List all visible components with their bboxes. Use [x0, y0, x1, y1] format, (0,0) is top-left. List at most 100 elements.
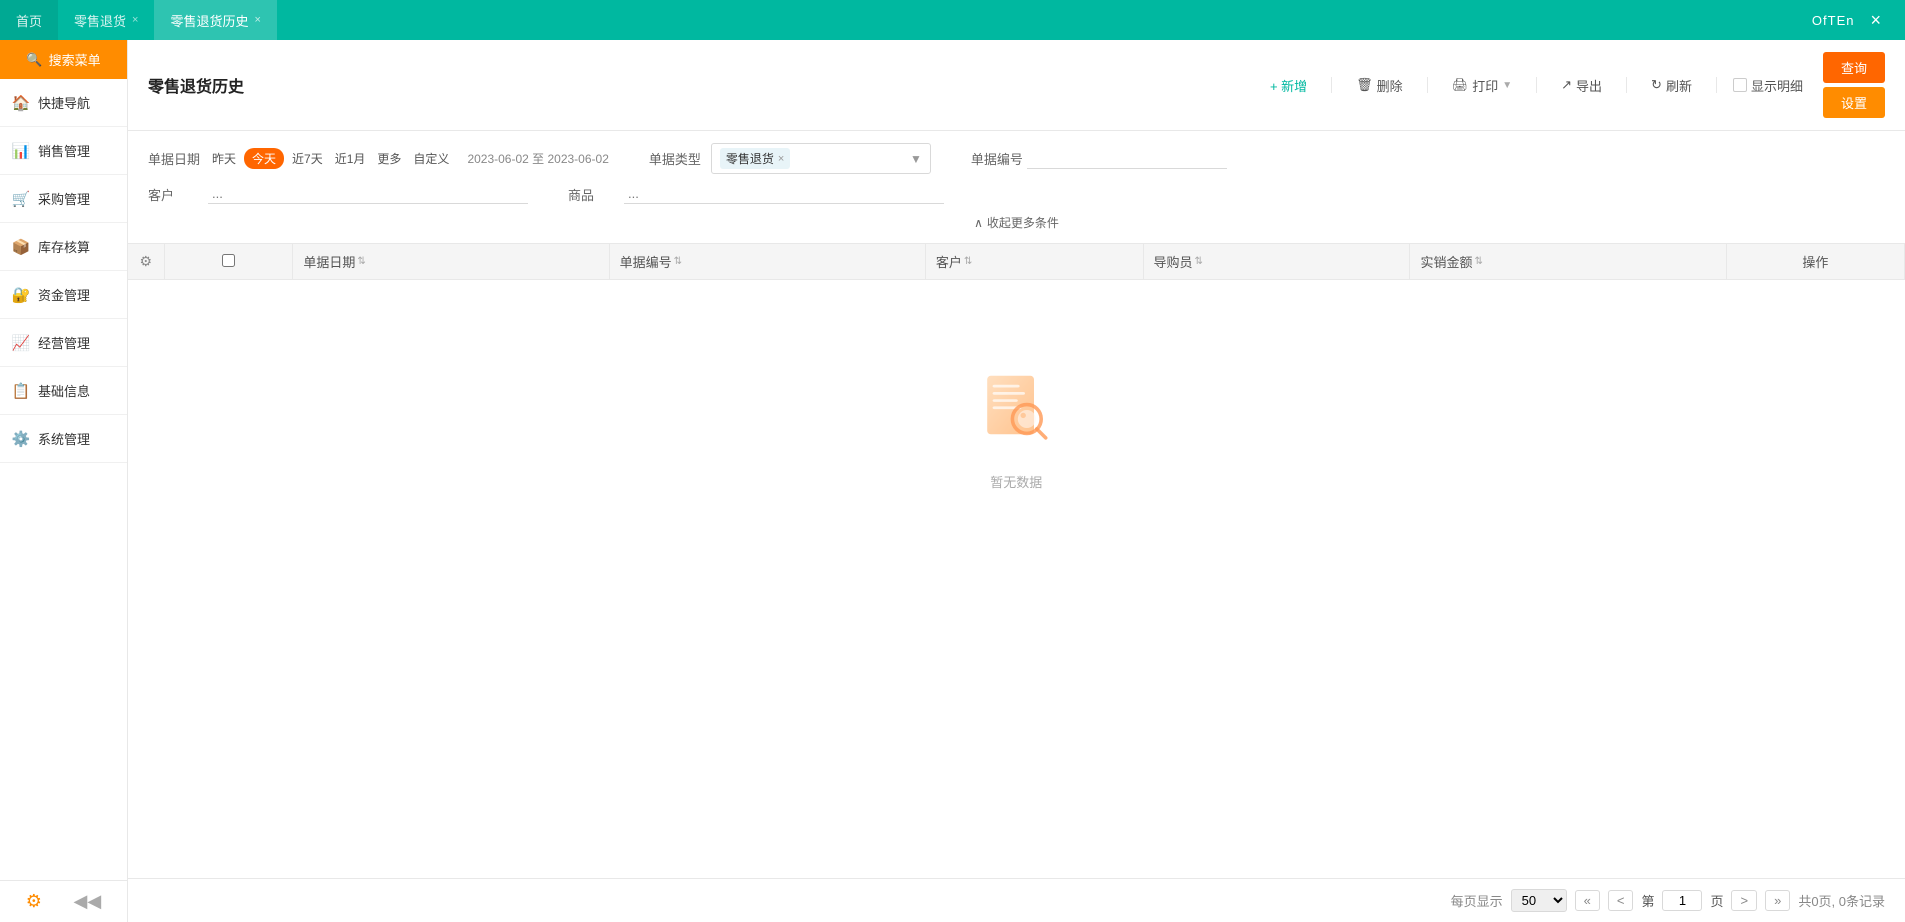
show-detail-toggle[interactable]: 显示明细 — [1733, 76, 1803, 95]
th-amount[interactable]: 实销金额 — [1410, 244, 1726, 280]
page-label: 第 — [1641, 891, 1654, 910]
pagination: 每页显示 20 50 100 « < 第 页 > » 共0页, 0条记录 — [128, 878, 1905, 922]
th-customer[interactable]: 客户 — [925, 244, 1143, 280]
th-gear[interactable]: ⚙ — [128, 244, 164, 280]
finance-mgmt-icon: 🔐 — [12, 286, 30, 304]
date-btn-yesterday[interactable]: 昨天 — [208, 148, 240, 169]
page-size-select[interactable]: 20 50 100 — [1511, 889, 1567, 912]
close-retail-return-tab-icon[interactable]: × — [132, 14, 138, 26]
goods-input-wrapper — [624, 184, 944, 204]
th-guide[interactable]: 导购员 — [1143, 244, 1410, 280]
delete-label: 删除 — [1377, 76, 1403, 95]
th-customer-label: 客户 — [936, 252, 962, 271]
voucher-no-input[interactable] — [1027, 151, 1227, 166]
empty-illustration — [971, 365, 1061, 455]
date-btn-more[interactable]: 更多 — [373, 148, 405, 169]
table-header: ⚙ 单据日期 单据编号 — [128, 244, 1905, 280]
export-button[interactable]: ↗ 导出 — [1553, 72, 1610, 99]
new-button[interactable]: + 新增 — [1262, 72, 1315, 99]
sidebar-item-inventory-calc[interactable]: 📦 库存核算 — [0, 223, 127, 271]
th-voucher-date[interactable]: 单据日期 — [293, 244, 609, 280]
customer-input[interactable] — [212, 186, 524, 201]
filter-date-buttons: 昨天 今天 近7天 近1月 更多 自定义 — [208, 148, 453, 169]
often-text: OfTEn — [1812, 13, 1855, 28]
th-checkbox[interactable] — [164, 244, 293, 280]
collapse-label: 收起更多条件 — [987, 214, 1059, 231]
print-button[interactable]: 🖨 打印 ▼ — [1444, 72, 1520, 99]
date-btn-last1month[interactable]: 近1月 — [331, 148, 370, 169]
voucher-type-label: 单据类型 — [649, 149, 705, 168]
window-close-icon[interactable]: × — [1862, 10, 1889, 31]
sidebar-item-purchase-mgmt[interactable]: 🛒 采购管理 — [0, 175, 127, 223]
delete-button[interactable]: 🗑 删除 — [1348, 72, 1411, 99]
sidebar-search-label: 搜索菜单 — [49, 50, 101, 69]
sidebar-item-operations-mgmt[interactable]: 📈 经营管理 — [0, 319, 127, 367]
sidebar-item-sales-mgmt[interactable]: 📊 销售管理 — [0, 127, 127, 175]
settings-button[interactable]: 设置 — [1823, 87, 1885, 118]
empty-text: 暂无数据 — [990, 472, 1042, 491]
sidebar-item-finance-mgmt[interactable]: 🔐 资金管理 — [0, 271, 127, 319]
sidebar-item-basic-info[interactable]: 📋 基础信息 — [0, 367, 127, 415]
date-btn-last7[interactable]: 近7天 — [288, 148, 327, 169]
th-operation-label: 操作 — [1802, 255, 1828, 270]
tab-home-label: 首页 — [16, 11, 42, 30]
goods-input[interactable] — [628, 186, 940, 201]
sidebar-item-quick-nav[interactable]: 🏠 快捷导航 — [0, 79, 127, 127]
select-all-checkbox[interactable] — [222, 254, 235, 267]
th-voucher-no[interactable]: 单据编号 — [609, 244, 925, 280]
th-amount-label: 实销金额 — [1420, 252, 1472, 271]
voucher-type-tag-close-icon[interactable]: × — [778, 153, 784, 165]
empty-icon-wrapper — [966, 360, 1066, 460]
sidebar-search[interactable]: 🔍 搜索菜单 — [0, 40, 127, 79]
collapse-up-icon: ∧ — [974, 216, 983, 230]
print-icon: 🖨 — [1452, 77, 1469, 93]
sort-customer[interactable]: 客户 — [936, 252, 1133, 271]
page-title: 零售退货历史 — [148, 73, 244, 109]
total-info: 共0页, 0条记录 — [1798, 891, 1885, 910]
date-btn-custom[interactable]: 自定义 — [409, 148, 453, 169]
th-voucher-date-label: 单据日期 — [303, 252, 355, 271]
gear-icon[interactable]: ⚙ — [139, 253, 152, 269]
export-icon: ↗ — [1561, 77, 1572, 93]
page-number-input[interactable] — [1662, 890, 1702, 911]
sales-mgmt-icon: 📊 — [12, 142, 30, 160]
print-label: 打印 — [1472, 76, 1498, 95]
sort-voucher-date[interactable]: 单据日期 — [303, 252, 598, 271]
tab-retail-return[interactable]: 零售退货 × — [58, 0, 154, 40]
settings-bottom-icon[interactable]: ⚙ — [26, 891, 42, 912]
th-voucher-no-label: 单据编号 — [620, 252, 672, 271]
next-page-button[interactable]: > — [1731, 890, 1757, 911]
last-page-button[interactable]: » — [1765, 890, 1790, 911]
th-operation: 操作 — [1726, 244, 1904, 280]
query-button[interactable]: 查询 — [1823, 52, 1885, 83]
basic-info-icon: 📋 — [12, 382, 30, 400]
voucher-type-arrow-icon: ▼ — [910, 152, 922, 166]
table-area: ⚙ 单据日期 单据编号 — [128, 244, 1905, 878]
show-detail-checkbox[interactable] — [1733, 78, 1747, 92]
tab-retail-return-history[interactable]: 零售退货历史 × — [154, 0, 276, 40]
sort-amount[interactable]: 实销金额 — [1420, 252, 1715, 271]
sidebar-item-label: 采购管理 — [38, 189, 90, 208]
refresh-button[interactable]: ↻ 刷新 — [1643, 72, 1700, 99]
tab-retail-return-label: 零售退货 — [74, 11, 126, 30]
voucher-no-input-wrapper — [1027, 149, 1227, 169]
close-retail-return-history-tab-icon[interactable]: × — [254, 14, 260, 26]
tab-home[interactable]: 首页 — [0, 0, 58, 40]
sort-guide[interactable]: 导购员 — [1154, 252, 1400, 271]
page-header: 零售退货历史 + 新增 🗑 删除 🖨 打印 ▼ ↗ 导出 — [128, 40, 1905, 131]
date-btn-today[interactable]: 今天 — [244, 148, 284, 169]
sort-voucher-no[interactable]: 单据编号 — [620, 252, 915, 271]
voucher-type-tag: 零售退货 × — [720, 148, 790, 169]
collapse-btn[interactable]: ∧ 收起更多条件 — [974, 214, 1059, 231]
search-icon: 🔍 — [26, 52, 42, 68]
sidebar-item-system-mgmt[interactable]: ⚙️ 系统管理 — [0, 415, 127, 463]
th-guide-label: 导购员 — [1154, 252, 1193, 271]
first-page-button[interactable]: « — [1575, 890, 1600, 911]
tab-list: 首页 零售退货 × 零售退货历史 × — [0, 0, 1812, 40]
sidebar-item-label: 基础信息 — [38, 381, 90, 400]
sidebar-item-label: 系统管理 — [38, 429, 90, 448]
volume-bottom-icon[interactable]: ◀◀ — [74, 891, 102, 912]
voucher-type-input[interactable]: 零售退货 × ▼ — [711, 143, 931, 174]
delete-icon: 🗑 — [1356, 77, 1373, 93]
prev-page-button[interactable]: < — [1608, 890, 1634, 911]
